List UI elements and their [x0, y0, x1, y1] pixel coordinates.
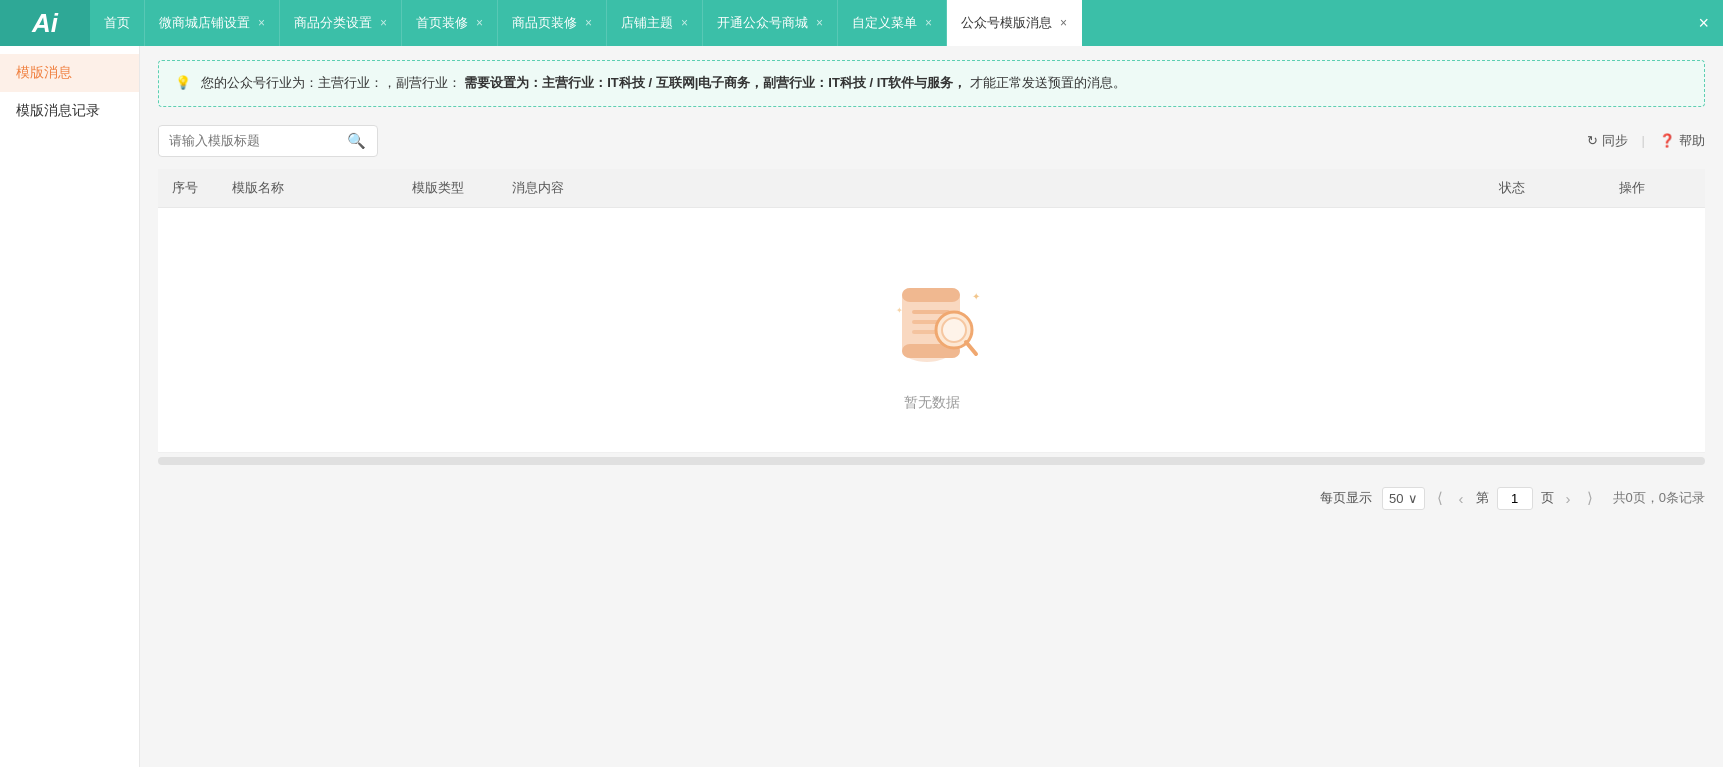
last-page-button[interactable]: ⟩	[1583, 487, 1597, 509]
table-empty-cell: ✦ ✦ 暂无数据	[158, 207, 1705, 452]
search-button[interactable]: 🔍	[339, 126, 374, 156]
horizontal-scrollbar[interactable]	[158, 457, 1705, 465]
nav-tab-custom-menu[interactable]: 自定义菜单×	[838, 0, 947, 46]
nav-tab-template-msg[interactable]: 公众号模版消息×	[947, 0, 1082, 46]
empty-text: 暂无数据	[172, 394, 1691, 412]
search-actions: ↻ 同步 | ❓ 帮助	[1587, 132, 1705, 150]
help-button[interactable]: ❓ 帮助	[1659, 132, 1705, 150]
svg-point-8	[942, 318, 966, 342]
search-input-wrap: 🔍	[158, 125, 378, 157]
divider: |	[1642, 133, 1645, 148]
empty-illustration: ✦ ✦	[872, 258, 992, 378]
table-header-row: 序号模版名称模版类型消息内容状态操作	[158, 169, 1705, 208]
close-tab-store-theme-icon[interactable]: ×	[681, 16, 688, 30]
nav-tab-list: 首页微商城店铺设置×商品分类设置×首页装修×商品页装修×店铺主题×开通公众号商城…	[90, 0, 1684, 46]
nav-tab-open-wechat-store[interactable]: 开通公众号商城×	[703, 0, 838, 46]
page-label-pre: 第	[1476, 489, 1489, 507]
content-area: 💡 您的公众号行业为：主营行业：，副营行业： 需要设置为：主营行业：IT科技 /…	[140, 46, 1723, 767]
nav-tab-category-settings[interactable]: 商品分类设置×	[280, 0, 402, 46]
svg-text:✦: ✦	[896, 306, 903, 315]
first-page-button[interactable]: ⟨	[1433, 487, 1447, 509]
total-info: 共0页，0条记录	[1613, 489, 1705, 507]
col-header-seq: 序号	[158, 169, 218, 208]
col-header-name: 模版名称	[218, 169, 398, 208]
notice-highlight: 需要设置为：主营行业：IT科技 / 互联网|电子商务，副营行业：IT科技 / I…	[464, 75, 966, 90]
col-header-content: 消息内容	[498, 169, 1485, 208]
search-bar: 🔍 ↻ 同步 | ❓ 帮助	[158, 125, 1705, 157]
close-tab-template-msg-icon[interactable]: ×	[1060, 16, 1067, 30]
bulb-icon: 💡	[175, 75, 191, 90]
prev-page-button[interactable]: ‹	[1455, 488, 1468, 509]
sync-icon: ↻	[1587, 133, 1598, 148]
col-header-type: 模版类型	[398, 169, 498, 208]
sidebar-item-template-msg-record[interactable]: 模版消息记录	[0, 92, 139, 130]
data-table: 序号模版名称模版类型消息内容状态操作	[158, 169, 1705, 453]
page-size-value: 50	[1389, 491, 1403, 506]
help-label: 帮助	[1679, 132, 1705, 150]
help-icon: ❓	[1659, 133, 1675, 148]
nav-tab-store-theme[interactable]: 店铺主题×	[607, 0, 703, 46]
svg-rect-2	[902, 288, 960, 302]
nav-tab-homepage-decor[interactable]: 首页装修×	[402, 0, 498, 46]
close-tab-homepage-decor-icon[interactable]: ×	[476, 16, 483, 30]
sidebar-item-template-msg[interactable]: 模版消息	[0, 54, 139, 92]
top-navigation: Ai 首页微商城店铺设置×商品分类设置×首页装修×商品页装修×店铺主题×开通公众…	[0, 0, 1723, 46]
table-empty-row: ✦ ✦ 暂无数据	[158, 207, 1705, 452]
close-tab-category-settings-icon[interactable]: ×	[380, 16, 387, 30]
page-size-label: 每页显示	[1320, 489, 1372, 507]
page-number-input[interactable]	[1497, 487, 1533, 510]
close-all-tabs-button[interactable]: ×	[1684, 0, 1723, 46]
col-header-status: 状态	[1485, 169, 1605, 208]
chevron-down-icon: ∨	[1408, 491, 1418, 506]
svg-text:✦: ✦	[972, 291, 980, 302]
pagination: 每页显示 50 ∨ ⟨ ‹ 第 页 › ⟩ 共0页，0条记录	[158, 479, 1705, 514]
nav-tab-home[interactable]: 首页	[90, 0, 145, 46]
next-page-button[interactable]: ›	[1562, 488, 1575, 509]
notice-banner: 💡 您的公众号行业为：主营行业：，副营行业： 需要设置为：主营行业：IT科技 /…	[158, 60, 1705, 107]
col-header-action: 操作	[1605, 169, 1705, 208]
close-tab-open-wechat-store-icon[interactable]: ×	[816, 16, 823, 30]
page-size-select[interactable]: 50 ∨	[1382, 487, 1424, 510]
main-layout: 模版消息模版消息记录 💡 您的公众号行业为：主营行业：，副营行业： 需要设置为：…	[0, 46, 1723, 767]
search-input[interactable]	[159, 127, 339, 154]
nav-tab-shop-settings[interactable]: 微商城店铺设置×	[145, 0, 280, 46]
empty-state: ✦ ✦ 暂无数据	[172, 218, 1691, 442]
close-tab-custom-menu-icon[interactable]: ×	[925, 16, 932, 30]
close-tab-shop-settings-icon[interactable]: ×	[258, 16, 265, 30]
close-tab-product-decor-icon[interactable]: ×	[585, 16, 592, 30]
notice-text-before: 您的公众号行业为：主营行业：，副营行业：	[201, 75, 461, 90]
app-logo: Ai	[0, 0, 90, 46]
notice-text-after: 才能正常发送预置的消息。	[970, 75, 1126, 90]
nav-tab-product-decor[interactable]: 商品页装修×	[498, 0, 607, 46]
svg-line-9	[966, 342, 976, 354]
sync-button[interactable]: ↻ 同步	[1587, 132, 1628, 150]
page-label-post: 页	[1541, 489, 1554, 507]
sidebar: 模版消息模版消息记录	[0, 46, 140, 767]
sync-label: 同步	[1602, 132, 1628, 150]
